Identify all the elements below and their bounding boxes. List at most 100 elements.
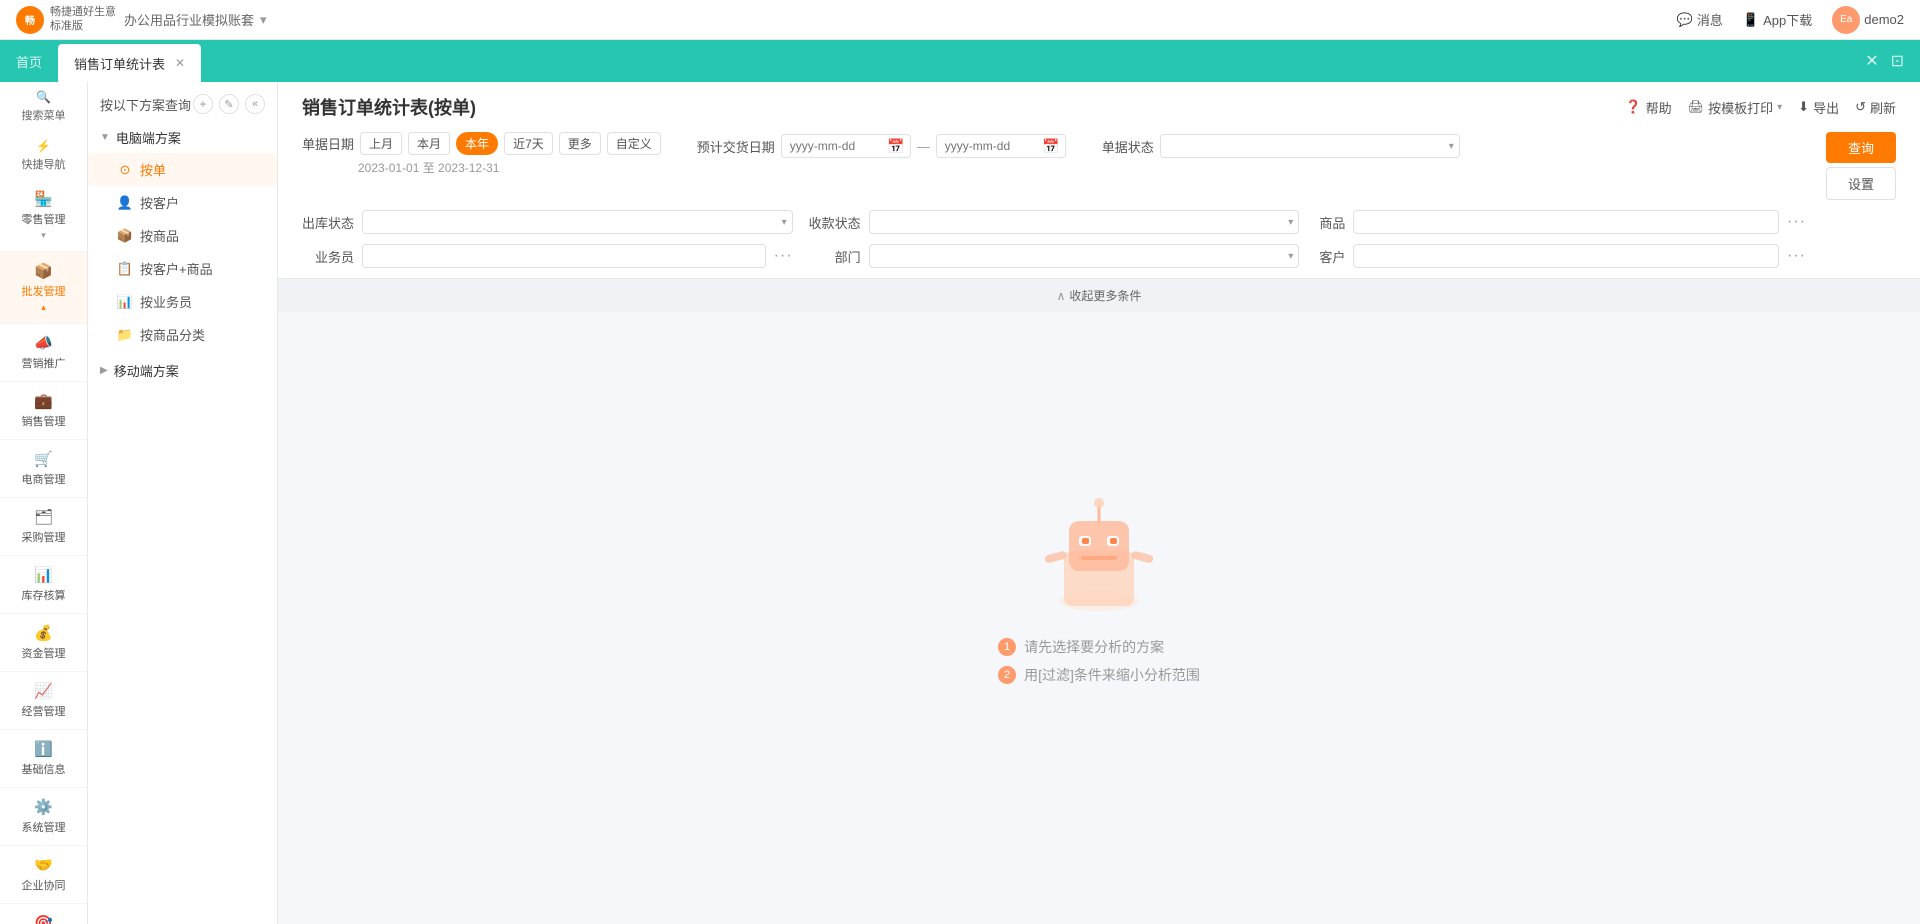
sidebar-item-newuser[interactable]: 🎯 新手引导 — [0, 904, 87, 924]
dept-select-wrap: ▾ — [869, 244, 1300, 268]
settings-button[interactable]: 设置 — [1826, 167, 1896, 200]
filter-row-3: 业务员 ··· 部门 ▾ 客户 ··· — [302, 244, 1896, 268]
sidebar-item-marketing[interactable]: 📣 营销推广 — [0, 324, 87, 382]
ecommerce-icon: 🛒 — [34, 450, 53, 468]
plan-item-by-customer[interactable]: 👤 按客户 — [88, 186, 277, 219]
search-icon: 🔍 — [36, 90, 51, 104]
by-customer-goods-icon: 📋 — [116, 260, 134, 278]
help-btn[interactable]: ❓ 帮助 — [1625, 98, 1671, 117]
sidebar-item-operations[interactable]: 📈 经营管理 — [0, 672, 87, 730]
date-btn-last7[interactable]: 近7天 — [504, 132, 553, 155]
plan-item-by-category[interactable]: 📁 按商品分类 — [88, 318, 277, 351]
left-panel-header: 按以下方案查询 + ✎ « — [88, 94, 277, 122]
collapse-panel-btn[interactable]: « — [245, 94, 265, 114]
sidebar-item-basic[interactable]: ℹ️ 基础信息 — [0, 730, 87, 788]
marketing-icon: 📣 — [34, 334, 53, 352]
customer-input[interactable] — [1353, 244, 1779, 268]
operations-icon: 📈 — [34, 682, 53, 700]
sidebar-item-finance[interactable]: 💰 资金管理 — [0, 614, 87, 672]
user-menu[interactable]: Ea demo2 — [1832, 6, 1904, 34]
date-label: 单据日期 — [302, 134, 354, 153]
sidebar-item-ecommerce[interactable]: 🛒 电商管理 — [0, 440, 87, 498]
page-title: 销售订单统计表(按单) — [302, 94, 476, 120]
empty-step-1-text: 请先选择要分析的方案 — [1024, 637, 1164, 657]
filter-row-1: 单据日期 上月 本月 本年 近7天 更多 自定义 2023-01-01 至 20… — [302, 132, 1896, 200]
mobile-plan-section-title[interactable]: ▶ 移动端方案 — [88, 355, 277, 386]
by-salesperson-label: 按业务员 — [140, 292, 192, 311]
collapse-arrow-icon: ∧ — [1057, 289, 1066, 303]
empty-step-2-text: 用[过滤]条件来缩小分析范围 — [1024, 665, 1200, 685]
print-dropdown-icon[interactable]: ▾ — [1777, 102, 1782, 113]
date-btn-this-month[interactable]: 本月 — [408, 132, 450, 155]
calendar-start-icon[interactable]: 📅 — [887, 138, 904, 155]
pc-section-arrow: ▼ — [100, 132, 110, 143]
calendar-end-icon[interactable]: 📅 — [1042, 138, 1059, 155]
sidebar-item-retail[interactable]: 🏪 零售管理 ▾ — [0, 180, 87, 252]
salesperson-input[interactable] — [362, 244, 766, 268]
date-btn-last-month[interactable]: 上月 — [360, 132, 402, 155]
empty-text: 1 请先选择要分析的方案 2 用[过滤]条件来缩小分析范围 — [998, 637, 1200, 685]
mobile-section-label: 移动端方案 — [114, 361, 179, 380]
download-icon: 📱 — [1743, 12, 1759, 28]
export-btn[interactable]: ⬇ 导出 — [1798, 98, 1839, 117]
goods-field: 商品 ··· — [1315, 210, 1806, 234]
tab-bar-actions: ✕ ⊡ — [1865, 51, 1920, 71]
date-btn-this-year[interactable]: 本年 — [456, 132, 498, 155]
top-bar: 畅 畅捷通好生意 标准版 办公用品行业模拟账套 ▾ 💬 消息 📱 App下载 E… — [0, 0, 1920, 40]
add-plan-btn[interactable]: + — [193, 94, 213, 114]
breadcrumb-dropdown-icon[interactable]: ▾ — [260, 12, 267, 28]
sidebar-item-inventory[interactable]: 📊 库存核算 — [0, 556, 87, 614]
date-btn-custom[interactable]: 自定义 — [607, 132, 661, 155]
system-icon: ⚙️ — [34, 798, 53, 816]
sidebar-item-wholesale[interactable]: 📦 批发管理 ▴ — [0, 252, 87, 324]
date-btn-more[interactable]: 更多 — [559, 132, 601, 155]
goods-more-icon[interactable]: ··· — [1787, 213, 1806, 231]
app-logo: 畅 — [16, 6, 44, 34]
query-button[interactable]: 查询 — [1826, 132, 1896, 163]
tab-bar: 首页 销售订单统计表 ✕ ✕ ⊡ — [0, 40, 1920, 82]
app-logo-text: 畅捷通好生意 标准版 — [50, 6, 116, 32]
tab-home-label: 首页 — [16, 52, 42, 71]
plan-item-by-customer-goods[interactable]: 📋 按客户+商品 — [88, 252, 277, 285]
pc-plan-section-title[interactable]: ▼ 电脑端方案 — [88, 122, 277, 153]
salesperson-more-icon[interactable]: ··· — [774, 247, 793, 265]
print-btn[interactable]: 🖨 按模板打印 ▾ — [1688, 98, 1783, 117]
app-download-btn[interactable]: 📱 App下载 — [1743, 10, 1812, 29]
customer-field: 客户 ··· — [1315, 244, 1806, 268]
ship-status-select[interactable] — [362, 210, 793, 234]
sidebar-item-purchase[interactable]: 🗂 采购管理 — [0, 498, 87, 556]
sidebar-quick-nav[interactable]: ⚡ 快捷导航 — [0, 131, 87, 180]
by-order-icon: ⊙ — [116, 161, 134, 179]
tab-sales-order-stats[interactable]: 销售订单统计表 ✕ — [58, 44, 201, 82]
doc-status-select-wrap: ▾ — [1160, 134, 1460, 158]
ship-status-select-wrap: ▾ — [362, 210, 793, 234]
message-btn[interactable]: 💬 消息 — [1677, 10, 1723, 29]
breadcrumb: 办公用品行业模拟账套 ▾ — [124, 10, 267, 29]
close-window-icon[interactable]: ✕ — [1865, 51, 1878, 71]
plan-item-by-salesperson[interactable]: 📊 按业务员 — [88, 285, 277, 318]
wholesale-icon: 📦 — [34, 262, 53, 280]
tab-close-btn[interactable]: ✕ — [175, 56, 185, 70]
pay-status-select[interactable] — [869, 210, 1300, 234]
expand-window-icon[interactable]: ⊡ — [1891, 51, 1904, 71]
dept-select[interactable] — [869, 244, 1300, 268]
doc-status-select[interactable] — [1160, 134, 1460, 158]
by-category-label: 按商品分类 — [140, 325, 205, 344]
refresh-btn[interactable]: ↺ 刷新 — [1855, 98, 1896, 117]
pc-section-label: 电脑端方案 — [116, 128, 181, 147]
empty-step-1: 1 请先选择要分析的方案 — [998, 637, 1200, 657]
goods-input[interactable] — [1353, 210, 1779, 234]
logo-area[interactable]: 畅 畅捷通好生意 标准版 — [16, 6, 116, 34]
sidebar-search[interactable]: 🔍 搜索菜单 — [0, 82, 87, 131]
plan-item-by-goods[interactable]: 📦 按商品 — [88, 219, 277, 252]
tab-home[interactable]: 首页 — [0, 40, 58, 82]
doc-status-label: 单据状态 — [1102, 137, 1154, 156]
edit-plan-btn[interactable]: ✎ — [219, 94, 239, 114]
sidebar-item-sales[interactable]: 💼 销售管理 — [0, 382, 87, 440]
sidebar-item-system[interactable]: ⚙️ 系统管理 — [0, 788, 87, 846]
customer-more-icon[interactable]: ··· — [1787, 247, 1806, 265]
collapse-bar[interactable]: ∧ 收起更多条件 — [278, 278, 1920, 312]
plan-item-by-order[interactable]: ⊙ 按单 — [88, 153, 277, 186]
finance-icon: 💰 — [34, 624, 53, 642]
sidebar-item-enterprise[interactable]: 🤝 企业协同 — [0, 846, 87, 904]
